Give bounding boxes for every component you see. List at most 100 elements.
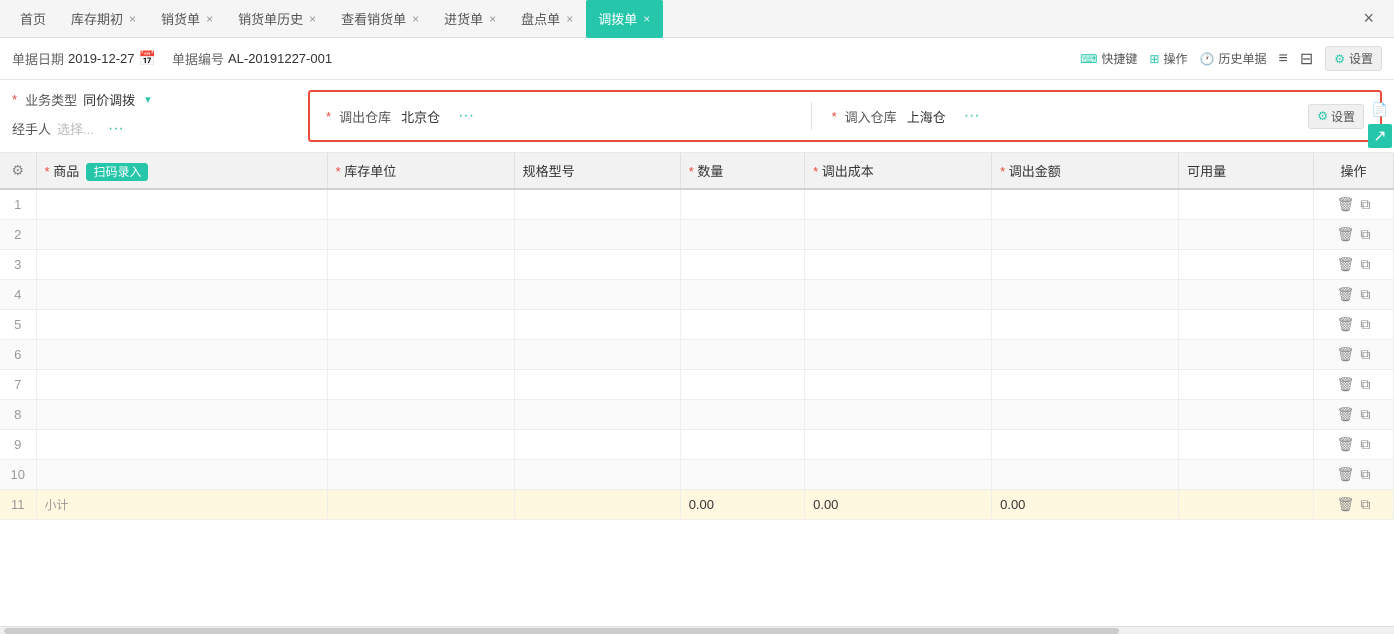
- sidebar-doc-icon[interactable]: 📄: [1368, 98, 1392, 122]
- copy-row-btn[interactable]: ⧉: [1360, 316, 1370, 333]
- product-cell[interactable]: [36, 460, 327, 490]
- unit-cell[interactable]: [327, 189, 514, 220]
- tab-home[interactable]: 首页: [8, 0, 59, 38]
- handler-more-icon[interactable]: ···: [108, 120, 124, 138]
- settings-column-icon[interactable]: ⚙: [11, 162, 24, 178]
- spec-cell[interactable]: [514, 370, 680, 400]
- qty-cell[interactable]: [680, 189, 804, 220]
- spec-cell[interactable]: [514, 340, 680, 370]
- product-cell[interactable]: [36, 189, 327, 220]
- scan-btn[interactable]: 扫码录入: [86, 163, 148, 181]
- product-cell[interactable]: [36, 250, 327, 280]
- spec-cell[interactable]: [514, 400, 680, 430]
- tab-sales-order[interactable]: 销货单 ×: [149, 0, 226, 38]
- copy-row-btn[interactable]: ⧉: [1360, 466, 1370, 483]
- delete-row-btn[interactable]: 🗑: [1337, 436, 1355, 453]
- sidebar-export-icon[interactable]: ↗: [1368, 124, 1392, 148]
- cost-cell[interactable]: [805, 220, 992, 250]
- spec-cell[interactable]: [514, 280, 680, 310]
- copy-row-btn[interactable]: ⧉: [1360, 196, 1370, 213]
- delete-row-btn[interactable]: 🗑: [1337, 406, 1355, 423]
- amount-cell[interactable]: [992, 430, 1179, 460]
- unit-cell[interactable]: [327, 400, 514, 430]
- close-view-sales[interactable]: ×: [412, 12, 419, 26]
- amount-cell[interactable]: [992, 370, 1179, 400]
- close-sales-history[interactable]: ×: [309, 12, 316, 26]
- copy-row-btn[interactable]: ⧉: [1360, 406, 1370, 423]
- qty-cell[interactable]: [680, 460, 804, 490]
- cost-cell[interactable]: [805, 250, 992, 280]
- qty-cell[interactable]: [680, 220, 804, 250]
- biz-type-dropdown-icon[interactable]: ▾: [145, 93, 151, 106]
- unit-cell[interactable]: [327, 220, 514, 250]
- product-cell[interactable]: [36, 400, 327, 430]
- horizontal-scrollbar[interactable]: [0, 626, 1394, 634]
- amount-cell[interactable]: [992, 189, 1179, 220]
- cost-cell[interactable]: [805, 400, 992, 430]
- copy-row-btn[interactable]: ⧉: [1360, 226, 1370, 243]
- delete-row-btn[interactable]: 🗑: [1337, 346, 1355, 363]
- spec-cell[interactable]: [514, 220, 680, 250]
- delete-row-btn[interactable]: 🗑: [1337, 226, 1355, 243]
- product-cell[interactable]: [36, 220, 327, 250]
- close-inventory-init[interactable]: ×: [129, 12, 136, 26]
- tab-transfer[interactable]: 调拨单 ×: [586, 0, 663, 38]
- tab-inventory-init[interactable]: 库存期初 ×: [59, 0, 149, 38]
- history-btn[interactable]: 🕐 历史单据: [1200, 50, 1267, 67]
- copy-row-btn[interactable]: ⧉: [1360, 256, 1370, 273]
- unit-cell[interactable]: [327, 280, 514, 310]
- close-transfer[interactable]: ×: [643, 12, 650, 26]
- copy-row-btn[interactable]: ⧉: [1360, 346, 1370, 363]
- product-cell[interactable]: [36, 310, 327, 340]
- qty-cell[interactable]: [680, 250, 804, 280]
- delete-row-btn[interactable]: 🗑: [1337, 256, 1355, 273]
- close-stocktake[interactable]: ×: [566, 12, 573, 26]
- shortcuts-btn[interactable]: ⌨ 快捷键: [1080, 50, 1137, 67]
- qty-cell[interactable]: [680, 400, 804, 430]
- amount-cell[interactable]: [992, 340, 1179, 370]
- unit-cell[interactable]: [327, 370, 514, 400]
- delete-row-btn[interactable]: 🗑: [1337, 286, 1355, 303]
- unit-cell[interactable]: [327, 310, 514, 340]
- unit-cell[interactable]: [327, 430, 514, 460]
- unit-cell[interactable]: [327, 250, 514, 280]
- product-cell[interactable]: [36, 370, 327, 400]
- unit-cell[interactable]: [327, 340, 514, 370]
- product-cell[interactable]: [36, 430, 327, 460]
- product-cell[interactable]: [36, 280, 327, 310]
- tab-purchase[interactable]: 进货单 ×: [432, 0, 509, 38]
- handler-value[interactable]: 选择...: [57, 119, 94, 138]
- copy-btn[interactable]: ⧉: [1360, 496, 1370, 513]
- cost-cell[interactable]: [805, 370, 992, 400]
- cost-cell[interactable]: [805, 430, 992, 460]
- operations-btn[interactable]: ⊞ 操作: [1149, 50, 1187, 67]
- spec-cell[interactable]: [514, 430, 680, 460]
- amount-cell[interactable]: [992, 250, 1179, 280]
- spec-cell[interactable]: [514, 250, 680, 280]
- amount-cell[interactable]: [992, 310, 1179, 340]
- close-sales-order[interactable]: ×: [206, 12, 213, 26]
- tab-stocktake[interactable]: 盘点单 ×: [509, 0, 586, 38]
- qty-cell[interactable]: [680, 310, 804, 340]
- warehouse-settings-btn[interactable]: ⚙ 设置: [1308, 104, 1364, 129]
- delete-row-btn[interactable]: 🗑: [1337, 316, 1355, 333]
- amount-cell[interactable]: [992, 460, 1179, 490]
- close-window-btn[interactable]: ×: [1351, 8, 1386, 29]
- delete-row-btn[interactable]: 🗑: [1337, 376, 1355, 393]
- spec-cell[interactable]: [514, 460, 680, 490]
- copy-row-btn[interactable]: ⧉: [1360, 376, 1370, 393]
- qty-cell[interactable]: [680, 340, 804, 370]
- tab-sales-history[interactable]: 销货单历史 ×: [226, 0, 329, 38]
- spec-cell[interactable]: [514, 189, 680, 220]
- layout2-btn[interactable]: ⊟: [1300, 49, 1313, 69]
- amount-cell[interactable]: [992, 400, 1179, 430]
- layout1-btn[interactable]: ≡: [1278, 50, 1287, 68]
- cost-cell[interactable]: [805, 189, 992, 220]
- out-warehouse-more-icon[interactable]: ···: [458, 107, 474, 125]
- tab-view-sales[interactable]: 查看销货单 ×: [329, 0, 432, 38]
- qty-cell[interactable]: [680, 430, 804, 460]
- unit-cell[interactable]: [327, 460, 514, 490]
- cost-cell[interactable]: [805, 340, 992, 370]
- delete-btn[interactable]: 🗑: [1337, 496, 1355, 513]
- in-warehouse-more-icon[interactable]: ···: [964, 107, 980, 125]
